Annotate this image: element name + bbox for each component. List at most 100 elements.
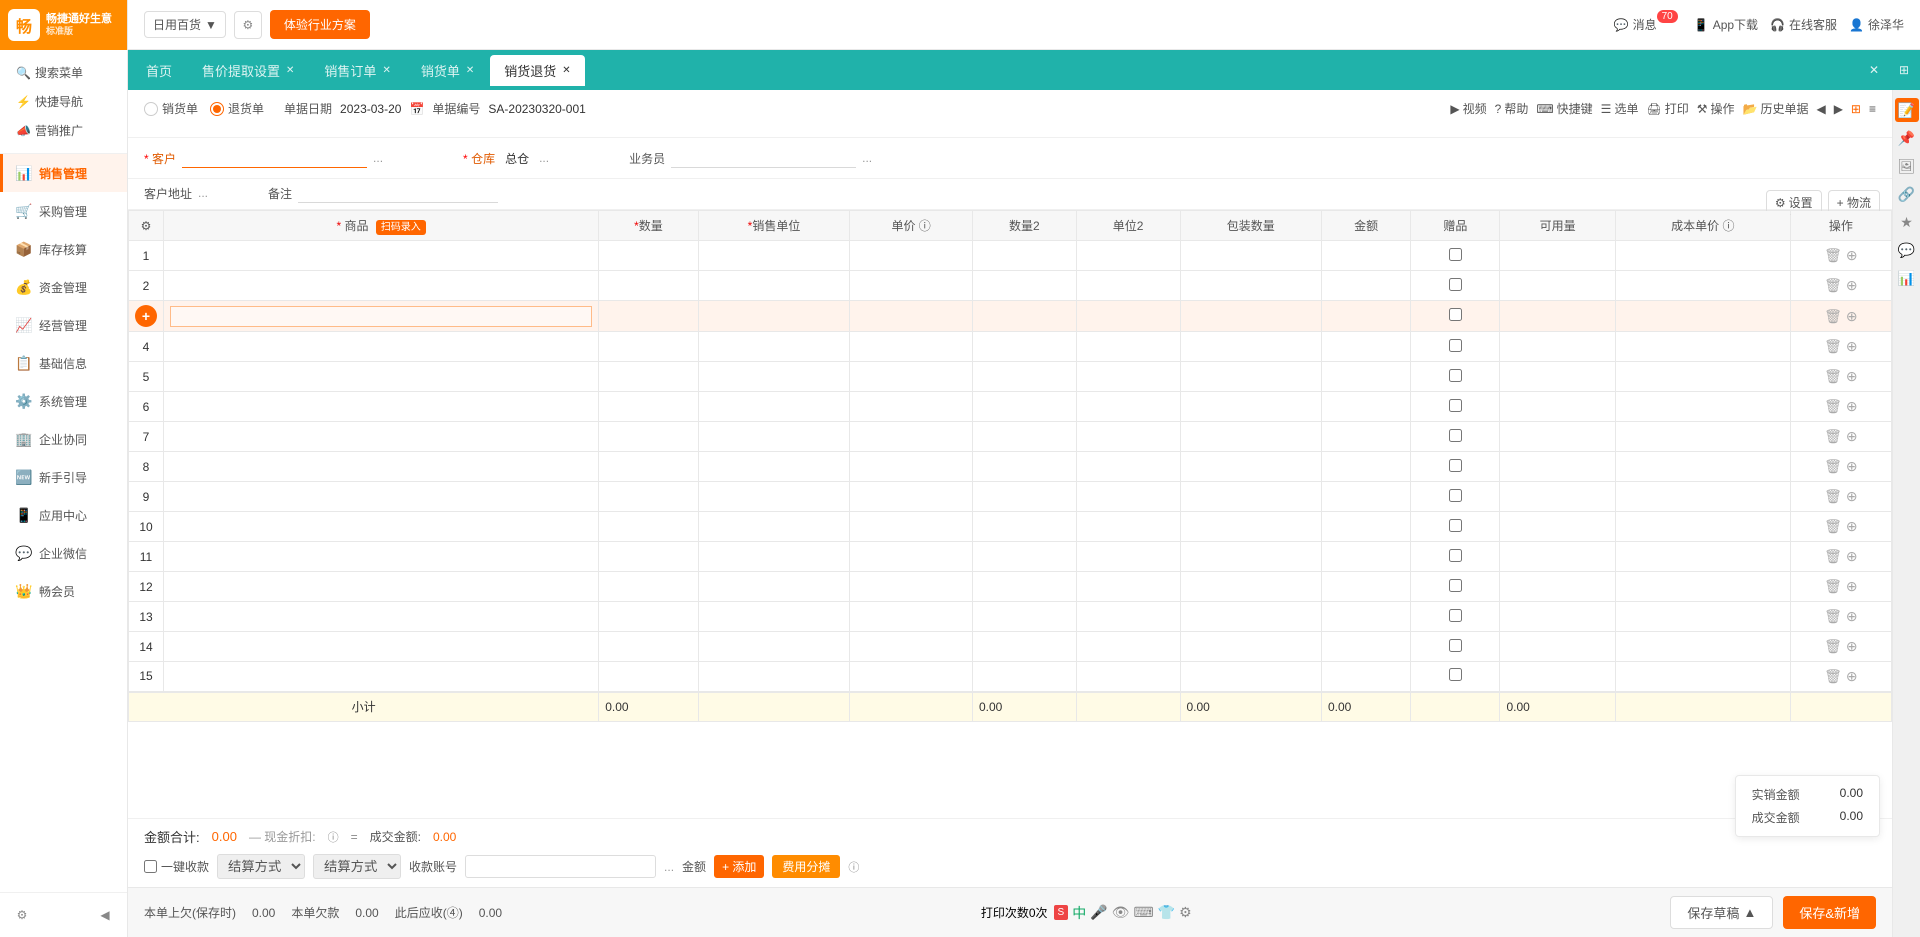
sidebar-item-inventory[interactable]: 📦 库存核算 (0, 230, 127, 268)
calendar-icon[interactable]: 📅 (409, 102, 424, 116)
notification-item[interactable]: 💬 消息 70 (1614, 16, 1682, 33)
tab-layout-btn[interactable]: ⊞ (1892, 58, 1916, 82)
delete-row-btn[interactable]: 🗑 (1824, 638, 1842, 655)
right-sidebar-form-icon[interactable]: 📝 (1895, 98, 1919, 122)
copy-row-btn[interactable]: ⊕ (1846, 428, 1858, 445)
shortcut-action[interactable]: ⌨ 快捷键 (1536, 100, 1592, 117)
copy-row-btn[interactable]: ⊕ (1846, 578, 1858, 595)
gift-checkbox[interactable] (1449, 308, 1462, 321)
marketing-item[interactable]: 📣 营销推广 (8, 116, 119, 145)
quick-nav-item[interactable]: ⚡ 快捷导航 (8, 87, 119, 116)
copy-row-btn[interactable]: ⊕ (1846, 308, 1858, 325)
copy-row-btn[interactable]: ⊕ (1846, 638, 1858, 655)
delete-row-btn[interactable]: 🗑 (1824, 608, 1842, 625)
right-sidebar-link-icon[interactable]: 🔗 (1895, 182, 1919, 206)
sidebar-item-guide[interactable]: 🆕 新手引导 (0, 458, 127, 496)
sidebar-item-appcenter[interactable]: 📱 应用中心 (0, 496, 127, 534)
sidebar-settings-btn[interactable]: ⚙ (8, 901, 36, 929)
tab-price-settings[interactable]: 售价提取设置 ✕ (188, 55, 308, 86)
gift-checkbox[interactable] (1449, 248, 1462, 261)
save-draft-btn[interactable]: 保存草稿 ▲ (1670, 896, 1773, 929)
copy-row-btn[interactable]: ⊕ (1846, 398, 1858, 415)
salesperson-dots[interactable]: ... (862, 151, 872, 165)
add-payment-btn[interactable]: + 添加 (714, 855, 764, 878)
copy-row-btn[interactable]: ⊕ (1846, 458, 1858, 475)
salesperson-input[interactable] (671, 148, 856, 168)
tab-home[interactable]: 首页 (132, 55, 186, 86)
online-service-item[interactable]: 🎧 在线客服 (1770, 16, 1837, 33)
history-nav-next[interactable]: ▶ (1834, 102, 1843, 116)
delete-row-btn[interactable]: 🗑 (1824, 308, 1842, 325)
customer-input[interactable] (182, 148, 367, 168)
view-grid-icon[interactable]: ⊞ (1851, 102, 1861, 116)
settle-method-select[interactable]: 结算方式 (217, 854, 305, 879)
delete-row-btn[interactable]: 🗑 (1824, 398, 1842, 415)
history-action[interactable]: 📂 历史单据 (1742, 100, 1808, 117)
delete-row-btn[interactable]: 🗑 (1824, 548, 1842, 565)
select-action[interactable]: ☰ 选单 (1601, 100, 1639, 117)
add-row-btn[interactable]: + (135, 305, 157, 327)
right-sidebar-star-icon[interactable]: ★ (1895, 210, 1919, 234)
topbar-gear-btn[interactable]: ⚙ (234, 11, 262, 39)
video-action[interactable]: ▶ 视频 (1450, 100, 1486, 117)
sidebar-item-sales[interactable]: 📊 销售管理 (0, 154, 127, 192)
radio-return[interactable]: 退货单 (210, 100, 264, 117)
gift-checkbox[interactable] (1449, 369, 1462, 382)
history-nav-prev[interactable]: ◀ (1816, 102, 1825, 116)
gift-checkbox[interactable] (1449, 579, 1462, 592)
delete-row-btn[interactable]: 🗑 (1824, 578, 1842, 595)
gift-checkbox[interactable] (1449, 668, 1462, 681)
tab-return-close-icon[interactable]: ✕ (562, 65, 570, 76)
copy-row-btn[interactable]: ⊕ (1846, 548, 1858, 565)
tab-sales-return[interactable]: 销货退货 ✕ (490, 55, 584, 86)
right-sidebar-chat-icon[interactable]: 💬 (1895, 238, 1919, 262)
copy-row-btn[interactable]: ⊕ (1846, 277, 1858, 294)
tab-sales-close-icon[interactable]: ✕ (466, 65, 474, 76)
radio-sale[interactable]: 销货单 (144, 100, 198, 117)
gift-checkbox[interactable] (1449, 519, 1462, 532)
gift-checkbox[interactable] (1449, 639, 1462, 652)
delete-row-btn[interactable]: 🗑 (1824, 428, 1842, 445)
copy-row-btn[interactable]: ⊕ (1846, 368, 1858, 385)
one-click-checkbox[interactable]: 一键收款 (144, 858, 209, 875)
tab-price-close-icon[interactable]: ✕ (286, 65, 294, 76)
industry-dropdown[interactable]: 日用百货 ▼ (144, 11, 226, 38)
feiyong-btn[interactable]: 费用分摊 (772, 855, 840, 878)
gift-checkbox[interactable] (1449, 429, 1462, 442)
delete-row-btn[interactable]: 🗑 (1824, 518, 1842, 535)
one-click-input[interactable] (144, 860, 157, 873)
delete-row-btn[interactable]: 🗑 (1824, 247, 1842, 264)
gift-checkbox[interactable] (1449, 278, 1462, 291)
sidebar-item-basic[interactable]: 📋 基础信息 (0, 344, 127, 382)
app-download-item[interactable]: 📱 App下载 (1694, 16, 1758, 33)
right-sidebar-code-icon[interactable]: 📊 (1895, 266, 1919, 290)
right-sidebar-img-icon[interactable]: 🖼 (1895, 154, 1919, 178)
search-menu-item[interactable]: 🔍 搜索菜单 (8, 58, 119, 87)
sidebar-item-system[interactable]: ⚙️ 系统管理 (0, 382, 127, 420)
delete-row-btn[interactable]: 🗑 (1824, 277, 1842, 294)
operate-action[interactable]: ⚒ 操作 (1697, 100, 1735, 117)
copy-row-btn[interactable]: ⊕ (1846, 338, 1858, 355)
help-action[interactable]: ? 帮助 (1495, 100, 1529, 117)
sidebar-item-operations[interactable]: 📈 经营管理 (0, 306, 127, 344)
gift-checkbox[interactable] (1449, 489, 1462, 502)
delete-row-btn[interactable]: 🗑 (1824, 668, 1842, 685)
copy-row-btn[interactable]: ⊕ (1846, 247, 1858, 264)
address-dots[interactable]: ... (198, 186, 208, 200)
tab-order-close-icon[interactable]: ✕ (382, 65, 390, 76)
user-item[interactable]: 👤 徐泽华 (1849, 16, 1904, 33)
copy-row-btn[interactable]: ⊕ (1846, 488, 1858, 505)
experience-btn[interactable]: 体验行业方案 (270, 10, 370, 39)
save-new-btn[interactable]: 保存&新增 (1783, 896, 1876, 929)
sidebar-item-wechat[interactable]: 💬 企业微信 (0, 534, 127, 572)
calc-method-select[interactable]: 结算方式 (313, 854, 401, 879)
delete-row-btn[interactable]: 🗑 (1824, 458, 1842, 475)
delete-row-btn[interactable]: 🗑 (1824, 338, 1842, 355)
tab-close-all-btn[interactable]: ✕ (1862, 58, 1886, 82)
cash-discount-help[interactable]: ⓘ (328, 829, 339, 845)
sidebar-item-member[interactable]: 👑 畅会员 (0, 572, 127, 610)
right-sidebar-note-icon[interactable]: 📌 (1895, 126, 1919, 150)
copy-row-btn[interactable]: ⊕ (1846, 608, 1858, 625)
gift-checkbox[interactable] (1449, 399, 1462, 412)
gift-checkbox[interactable] (1449, 609, 1462, 622)
